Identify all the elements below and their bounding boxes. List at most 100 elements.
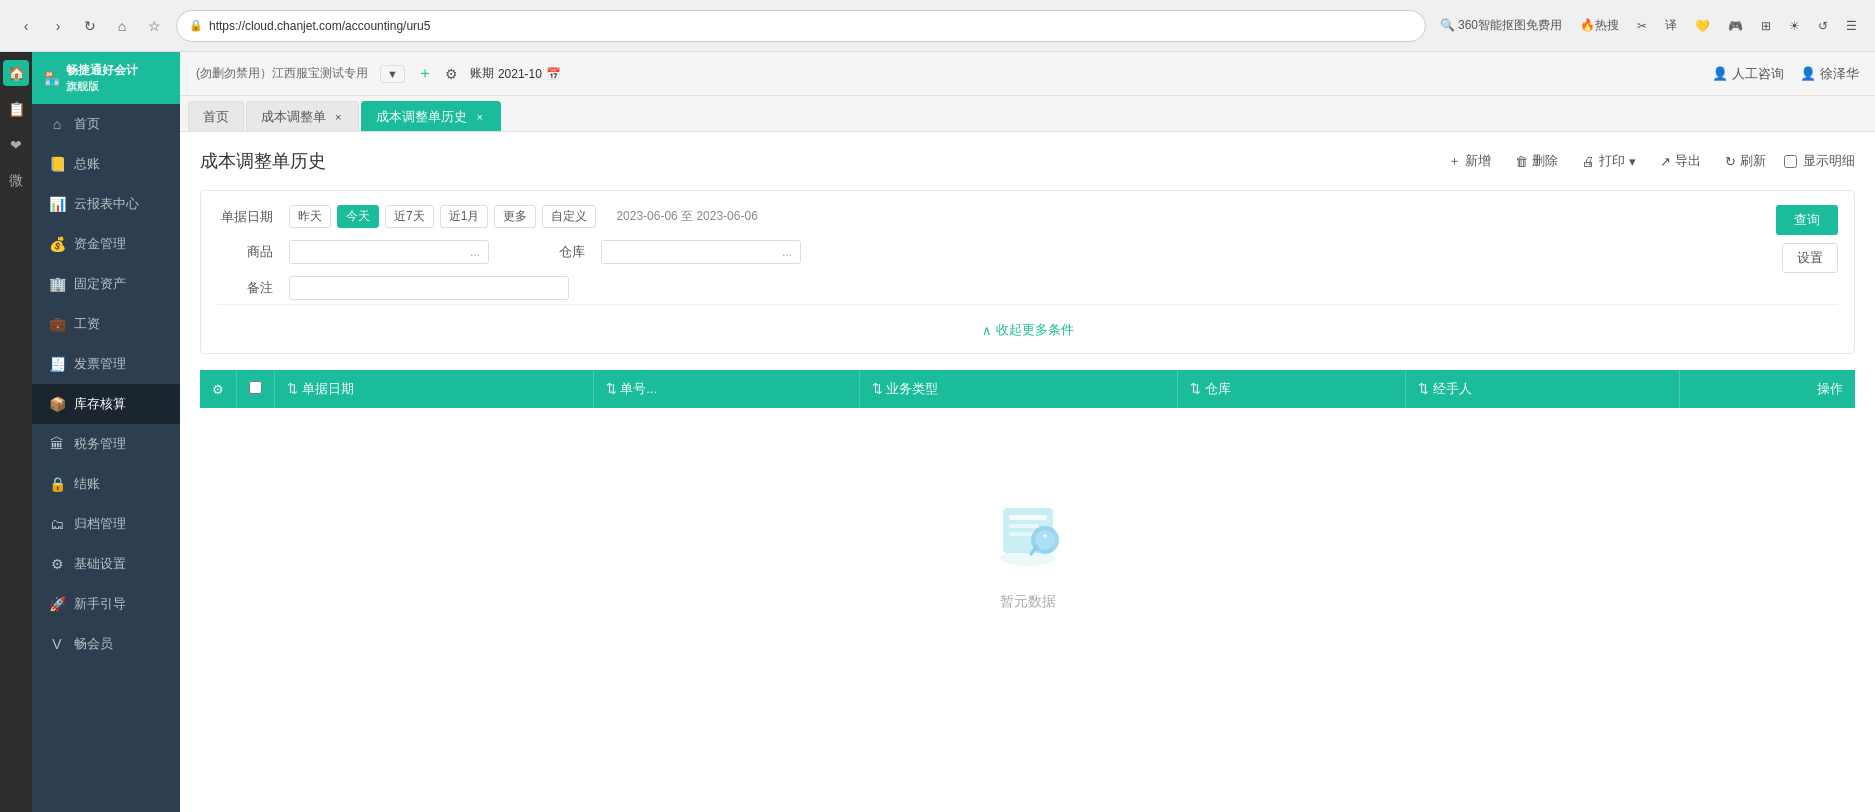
refresh-button[interactable]: ↻ [76,12,104,40]
remark-input[interactable] [289,276,569,300]
calendar-icon[interactable]: 📅 [546,67,561,81]
grid-tool[interactable]: ⊞ [1755,17,1777,35]
th-biz-type-label: ⇅ 业务类型 [872,380,939,398]
icon-bar-item-3[interactable]: ❤ [3,132,29,158]
icon-bar-item-weibo[interactable]: 微 [3,168,29,194]
sidebar-item-invoice[interactable]: 🧾 发票管理 [32,344,180,384]
th-checkbox[interactable] [237,370,275,408]
forward-button[interactable]: › [44,12,72,40]
sidebar-item-closing[interactable]: 🔒 结账 [32,464,180,504]
print-btn[interactable]: 🖨 打印 ▾ [1576,148,1642,174]
address-bar[interactable]: 🔒 https://cloud.chanjet.com/accounting/u… [176,10,1426,42]
th-warehouse[interactable]: ⇅ 仓库 [1178,370,1406,408]
sidebar-item-icon-invoice: 🧾 [48,356,66,372]
date-btn-custom[interactable]: 自定义 [542,205,596,228]
new-btn[interactable]: ＋ 新增 [1442,148,1497,174]
tab-home[interactable]: 首页 [188,101,244,131]
tab-cost-adjust-history-close[interactable]: × [473,110,485,124]
sidebar-item-label-finance: 资金管理 [74,235,126,253]
tab-cost-adjust-history[interactable]: 成本调整单历史 × [361,101,500,131]
search-tool[interactable]: 🔍 360智能抠图免费用 [1434,15,1568,36]
filter-fields: 单据日期 昨天 今天 近7天 近1月 更多 自定义 2023-06-06 至 2… [217,205,1776,300]
date-range: 2023-06-06 至 2023-06-06 [616,208,757,225]
query-btn[interactable]: 查询 [1776,205,1838,235]
collapse-label: 收起更多条件 [996,321,1074,339]
undo-tool[interactable]: ↺ [1812,17,1834,35]
table-header: ⚙ ⇅ 单据日期 ⇅ 单号... [200,370,1855,408]
tab-cost-adjust[interactable]: 成本调整单 × [246,101,359,131]
show-cols-btn[interactable]: 显示明细 [1784,152,1855,170]
sidebar-item-label-invoice: 发票管理 [74,355,126,373]
page-content: 成本调整单历史 ＋ 新增 🗑 删除 🖨 打印 ▾ [180,132,1875,812]
warehouse-more-dots[interactable]: ... [782,245,792,259]
date-label: 单据日期 [217,208,273,226]
collapse-row: ∧ 收起更多条件 [217,304,1838,339]
icon-bar-item-active[interactable]: 🏠 [3,60,29,86]
add-company-btn[interactable]: ＋ [417,63,433,84]
sidebar-item-salary[interactable]: 💼 工资 [32,304,180,344]
date-btn-yesterday[interactable]: 昨天 [289,205,331,228]
user-profile-btn[interactable]: 👤 徐泽华 [1800,65,1859,83]
sidebar-item-icon-archive: 🗂 [48,516,66,532]
star-button[interactable]: ☆ [140,12,168,40]
th-no[interactable]: ⇅ 单号... [593,370,859,408]
customer-service-btn[interactable]: 👤 人工咨询 [1712,65,1784,83]
sidebar-item-fixed-assets[interactable]: 🏢 固定资产 [32,264,180,304]
date-btn-today[interactable]: 今天 [337,205,379,228]
sidebar-item-icon-home: ⌂ [48,116,66,132]
date-btn-7days[interactable]: 近7天 [385,205,434,228]
export-btn[interactable]: ↗ 导出 [1654,148,1707,174]
sidebar-item-archive[interactable]: 🗂 归档管理 [32,504,180,544]
sidebar-item-icon-settings: ⚙ [48,556,66,572]
tab-cost-adjust-close[interactable]: × [332,110,344,124]
main-content: (勿删勿禁用）江西服宝测试专用 ▼ ＋ ⚙ 账期 2021-10 📅 👤 人工咨… [180,52,1875,812]
select-all-checkbox[interactable] [249,381,262,394]
brightness-tool[interactable]: ☀ [1783,17,1806,35]
sidebar-item-ledger[interactable]: 📒 总账 [32,144,180,184]
sidebar-item-reports[interactable]: 📊 云报表中心 [32,184,180,224]
menu-tool[interactable]: ☰ [1840,17,1863,35]
top-bar-left: (勿删勿禁用）江西服宝测试专用 ▼ ＋ ⚙ 账期 2021-10 📅 [196,63,561,84]
product-more-dots[interactable]: ... [470,245,480,259]
date-btn-1month[interactable]: 近1月 [440,205,489,228]
browser-right-tools: 🔍 360智能抠图免费用 🔥热搜 ✂ 译 💛 🎮 ⊞ ☀ ↺ ☰ [1434,15,1863,36]
th-date[interactable]: ⇅ 单据日期 [275,370,594,408]
sidebar-item-inventory[interactable]: 📦 库存核算 [32,384,180,424]
back-button[interactable]: ‹ [12,12,40,40]
settings-top-btn[interactable]: ⚙ [445,66,458,82]
sidebar-item-home[interactable]: ⌂ 首页 [32,104,180,144]
sidebar-item-member[interactable]: V 畅会员 [32,624,180,664]
empty-text: 暂元数据 [200,593,1855,611]
browser-nav-buttons: ‹ › ↻ ⌂ ☆ [12,12,168,40]
date-btn-more[interactable]: 更多 [494,205,536,228]
period-label: 账期 [470,65,494,82]
th-biz-type[interactable]: ⇅ 业务类型 [859,370,1178,408]
logo-icon: 🏪 [44,71,60,86]
scissors-tool[interactable]: ✂ [1631,17,1653,35]
collapse-arrow-icon: ∧ [982,323,992,338]
sidebar-item-guide[interactable]: 🚀 新手引导 [32,584,180,624]
refresh-btn[interactable]: ↻ 刷新 [1719,148,1772,174]
sidebar-item-settings[interactable]: ⚙ 基础设置 [32,544,180,584]
sidebar-item-finance[interactable]: 💰 资金管理 [32,224,180,264]
hot-tool[interactable]: 🔥热搜 [1574,15,1625,36]
collapse-btn[interactable]: ∧ 收起更多条件 [982,321,1074,339]
show-cols-checkbox[interactable] [1784,155,1797,168]
product-select[interactable]: ... [289,240,489,264]
delete-btn[interactable]: 🗑 删除 [1509,148,1564,174]
th-gear[interactable]: ⚙ [200,370,237,408]
sidebar-item-tax[interactable]: 🏛 税务管理 [32,424,180,464]
warehouse-select[interactable]: ... [601,240,801,264]
gear-icon[interactable]: ⚙ [212,382,224,397]
home-button[interactable]: ⌂ [108,12,136,40]
game-tool[interactable]: 🎮 [1722,17,1749,35]
th-handler[interactable]: ⇅ 经手人 [1406,370,1679,408]
company-dropdown-btn[interactable]: ▼ [380,65,405,83]
settings-query-btn[interactable]: 设置 [1782,243,1838,273]
translate-tool[interactable]: 译 [1659,15,1683,36]
svg-rect-3 [1009,524,1039,528]
refresh-icon: ↻ [1725,154,1736,169]
wallet-tool[interactable]: 💛 [1689,17,1716,35]
page-header: 成本调整单历史 ＋ 新增 🗑 删除 🖨 打印 ▾ [200,148,1855,174]
icon-bar-item-2[interactable]: 📋 [3,96,29,122]
